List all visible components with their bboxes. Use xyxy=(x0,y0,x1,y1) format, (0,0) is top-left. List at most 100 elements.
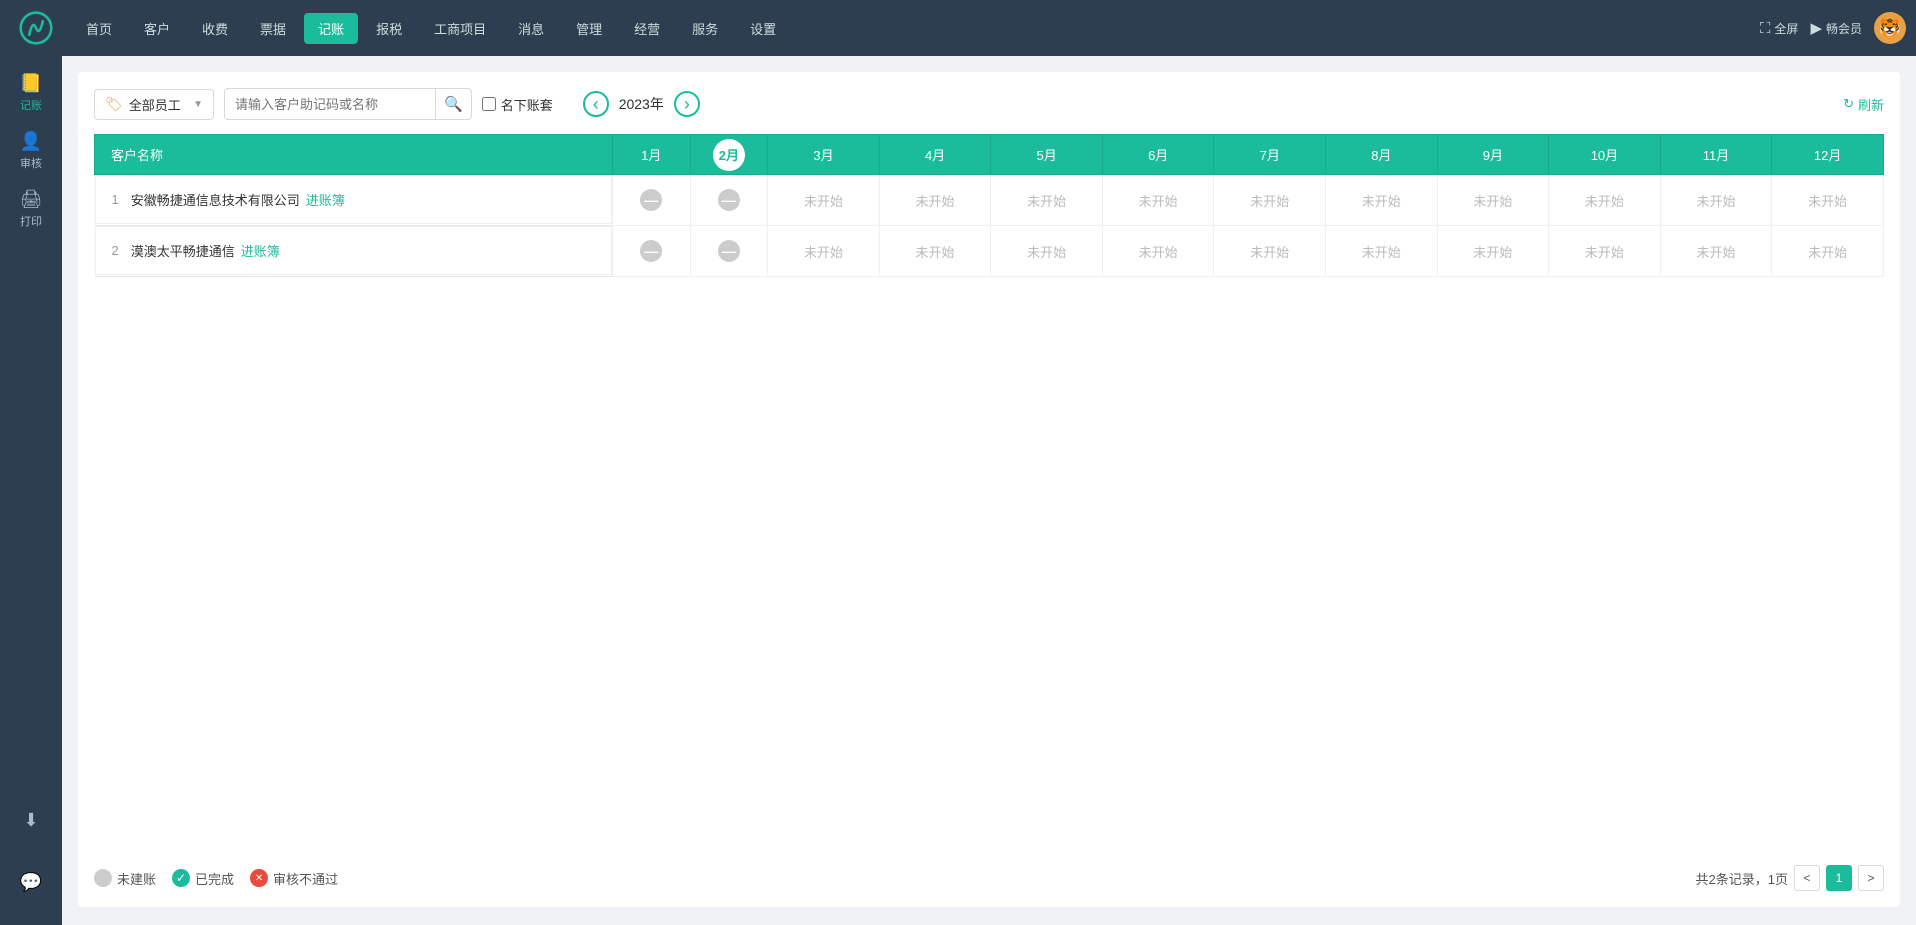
sidebar-bottom: ⬇ 💬 xyxy=(4,793,58,925)
employee-icon: 🏷 xyxy=(105,96,123,113)
nav-item-business[interactable]: 工商项目 xyxy=(420,13,500,44)
employee-select[interactable]: 🏷 全部员工 ▼ xyxy=(94,89,214,120)
row2-jan: — xyxy=(612,226,690,277)
nav-items: 首页 客户 收费 票据 记账 报税 工商项目 消息 管理 经营 服务 设置 xyxy=(72,13,1760,44)
row1-oct: 未开始 xyxy=(1549,175,1661,226)
legend-completed: ✓ 已完成 xyxy=(172,869,234,888)
year-label: 2023年 xyxy=(619,94,664,114)
year-nav: ‹ 2023年 › xyxy=(583,91,700,117)
row1-dec: 未开始 xyxy=(1772,175,1884,226)
row1-link[interactable]: 进账簿 xyxy=(306,190,345,209)
row1-may: 未开始 xyxy=(991,175,1103,226)
row1-feb: — xyxy=(690,175,768,226)
col-header-name: 客户名称 xyxy=(95,135,613,175)
table-header: 客户名称 1月 2月 3月 4月 5月 6月 7月 8月 9月 10月 11月 xyxy=(95,135,1884,175)
top-nav: 首页 客户 收费 票据 记账 报税 工商项目 消息 管理 经营 服务 设置 ⛶ … xyxy=(0,0,1916,56)
toolbar: 🏷 全部员工 ▼ 🔍 名下账套 ‹ 2023年 › ↻ 刷新 xyxy=(94,88,1884,120)
row2-dec: 未开始 xyxy=(1772,226,1884,277)
print-icon: 🖨 xyxy=(20,189,43,210)
nav-item-invoice[interactable]: 票据 xyxy=(246,13,300,44)
sidebar-item-chat[interactable]: 💬 xyxy=(4,855,58,909)
sidebar-item-audit-label: 审核 xyxy=(20,155,42,171)
employee-select-label: 全部员工 xyxy=(129,95,181,114)
dropdown-arrow-icon: ▼ xyxy=(193,99,203,110)
nav-item-service[interactable]: 服务 xyxy=(678,13,732,44)
my-accounts-checkbox[interactable] xyxy=(482,97,496,111)
nav-item-operation[interactable]: 经营 xyxy=(620,13,674,44)
col-header-mar: 3月 xyxy=(768,135,880,175)
page-prev-button[interactable]: < xyxy=(1794,865,1820,891)
row1-jan-status: — xyxy=(640,189,662,211)
refresh-icon: ↻ xyxy=(1843,96,1854,112)
page-next-button[interactable]: > xyxy=(1858,865,1884,891)
legend-gray-icon xyxy=(94,869,112,887)
row1-company-name: 安徽畅捷通信息技术有限公司 xyxy=(131,190,300,209)
nav-item-message[interactable]: 消息 xyxy=(504,13,558,44)
row2-jan-status: — xyxy=(640,240,662,262)
row2-link[interactable]: 进账簿 xyxy=(241,241,280,260)
row2-sep: 未开始 xyxy=(1437,226,1549,277)
col-header-feb: 2月 xyxy=(690,135,768,175)
total-records: 共2条记录，1页 xyxy=(1696,869,1788,888)
legend-completed-label: 已完成 xyxy=(195,869,234,888)
table-row: 2 漠澳太平畅捷通信 进账簿 — — 未开始 未开始 未开始 xyxy=(95,226,1884,277)
fullscreen-button[interactable]: ⛶ 全屏 xyxy=(1760,20,1799,37)
row2-company-name: 漠澳太平畅捷通信 xyxy=(131,241,235,260)
search-input[interactable] xyxy=(225,91,435,118)
year-next-button[interactable]: › xyxy=(674,91,700,117)
vip-button[interactable]: ▶ 畅会员 xyxy=(1810,19,1862,37)
vip-icon: ▶ xyxy=(1810,19,1822,37)
nav-item-manage[interactable]: 管理 xyxy=(562,13,616,44)
my-accounts-checkbox-label[interactable]: 名下账套 xyxy=(482,95,553,114)
sidebar: 📒 记账 👤 审核 🖨 打印 ⬇ 💬 xyxy=(0,56,62,925)
row2-jun: 未开始 xyxy=(1102,226,1214,277)
pagination: 共2条记录，1页 < 1 > xyxy=(1696,865,1884,891)
fullscreen-icon: ⛶ xyxy=(1760,20,1771,37)
search-button[interactable]: 🔍 xyxy=(435,89,471,119)
legend-rejected-label: 审核不通过 xyxy=(273,869,338,888)
legend-green-icon: ✓ xyxy=(172,869,190,887)
table-row: 1 安徽畅捷通信息技术有限公司 进账簿 — — 未开始 未开始 未开始 xyxy=(95,175,1884,226)
sidebar-item-bookkeeping[interactable]: 📒 记账 xyxy=(4,66,58,120)
bookkeeping-icon: 📒 xyxy=(20,73,42,94)
nav-item-home[interactable]: 首页 xyxy=(72,13,126,44)
col-header-jul: 7月 xyxy=(1214,135,1326,175)
page-current-button[interactable]: 1 xyxy=(1826,865,1852,891)
footer: 未建账 ✓ 已完成 ✕ 审核不通过 共2条记录，1页 < 1 > xyxy=(94,853,1884,891)
nav-item-customer[interactable]: 客户 xyxy=(130,13,184,44)
col-header-may: 5月 xyxy=(991,135,1103,175)
legend-rejected: ✕ 审核不通过 xyxy=(250,869,338,888)
legend-red-icon: ✕ xyxy=(250,869,268,887)
nav-item-fee[interactable]: 收费 xyxy=(188,13,242,44)
row1-name-cell: 1 安徽畅捷通信息技术有限公司 进账簿 xyxy=(95,175,612,224)
nav-item-settings[interactable]: 设置 xyxy=(736,13,790,44)
sidebar-item-print[interactable]: 🖨 打印 xyxy=(4,182,58,236)
sidebar-item-download[interactable]: ⬇ xyxy=(4,793,58,847)
chat-icon: 💬 xyxy=(20,872,42,893)
sidebar-item-audit[interactable]: 👤 审核 xyxy=(4,124,58,178)
row1-mar: 未开始 xyxy=(768,175,880,226)
fullscreen-label: 全屏 xyxy=(1774,20,1798,37)
nav-right: ⛶ 全屏 ▶ 畅会员 🐯 xyxy=(1760,12,1906,44)
row1-jun: 未开始 xyxy=(1102,175,1214,226)
col-header-aug: 8月 xyxy=(1326,135,1438,175)
sidebar-item-bookkeeping-label: 记账 xyxy=(20,97,42,113)
row2-jul: 未开始 xyxy=(1214,226,1326,277)
row2-feb: — xyxy=(690,226,768,277)
row2-index: 2 xyxy=(112,243,119,258)
year-prev-button[interactable]: ‹ xyxy=(583,91,609,117)
row2-oct: 未开始 xyxy=(1549,226,1661,277)
download-icon: ⬇ xyxy=(23,810,38,831)
nav-item-bookkeeping[interactable]: 记账 xyxy=(304,13,358,44)
row1-jan: — xyxy=(612,175,690,226)
row1-feb-status: — xyxy=(718,189,740,211)
legend-not-built-label: 未建账 xyxy=(117,869,156,888)
search-wrapper: 🔍 xyxy=(224,88,472,120)
refresh-label: 刷新 xyxy=(1858,95,1884,114)
col-header-sep: 9月 xyxy=(1437,135,1549,175)
avatar[interactable]: 🐯 xyxy=(1874,12,1906,44)
col-header-oct: 10月 xyxy=(1549,135,1661,175)
refresh-button[interactable]: ↻ 刷新 xyxy=(1843,95,1884,114)
nav-item-tax[interactable]: 报税 xyxy=(362,13,416,44)
row2-apr: 未开始 xyxy=(879,226,991,277)
